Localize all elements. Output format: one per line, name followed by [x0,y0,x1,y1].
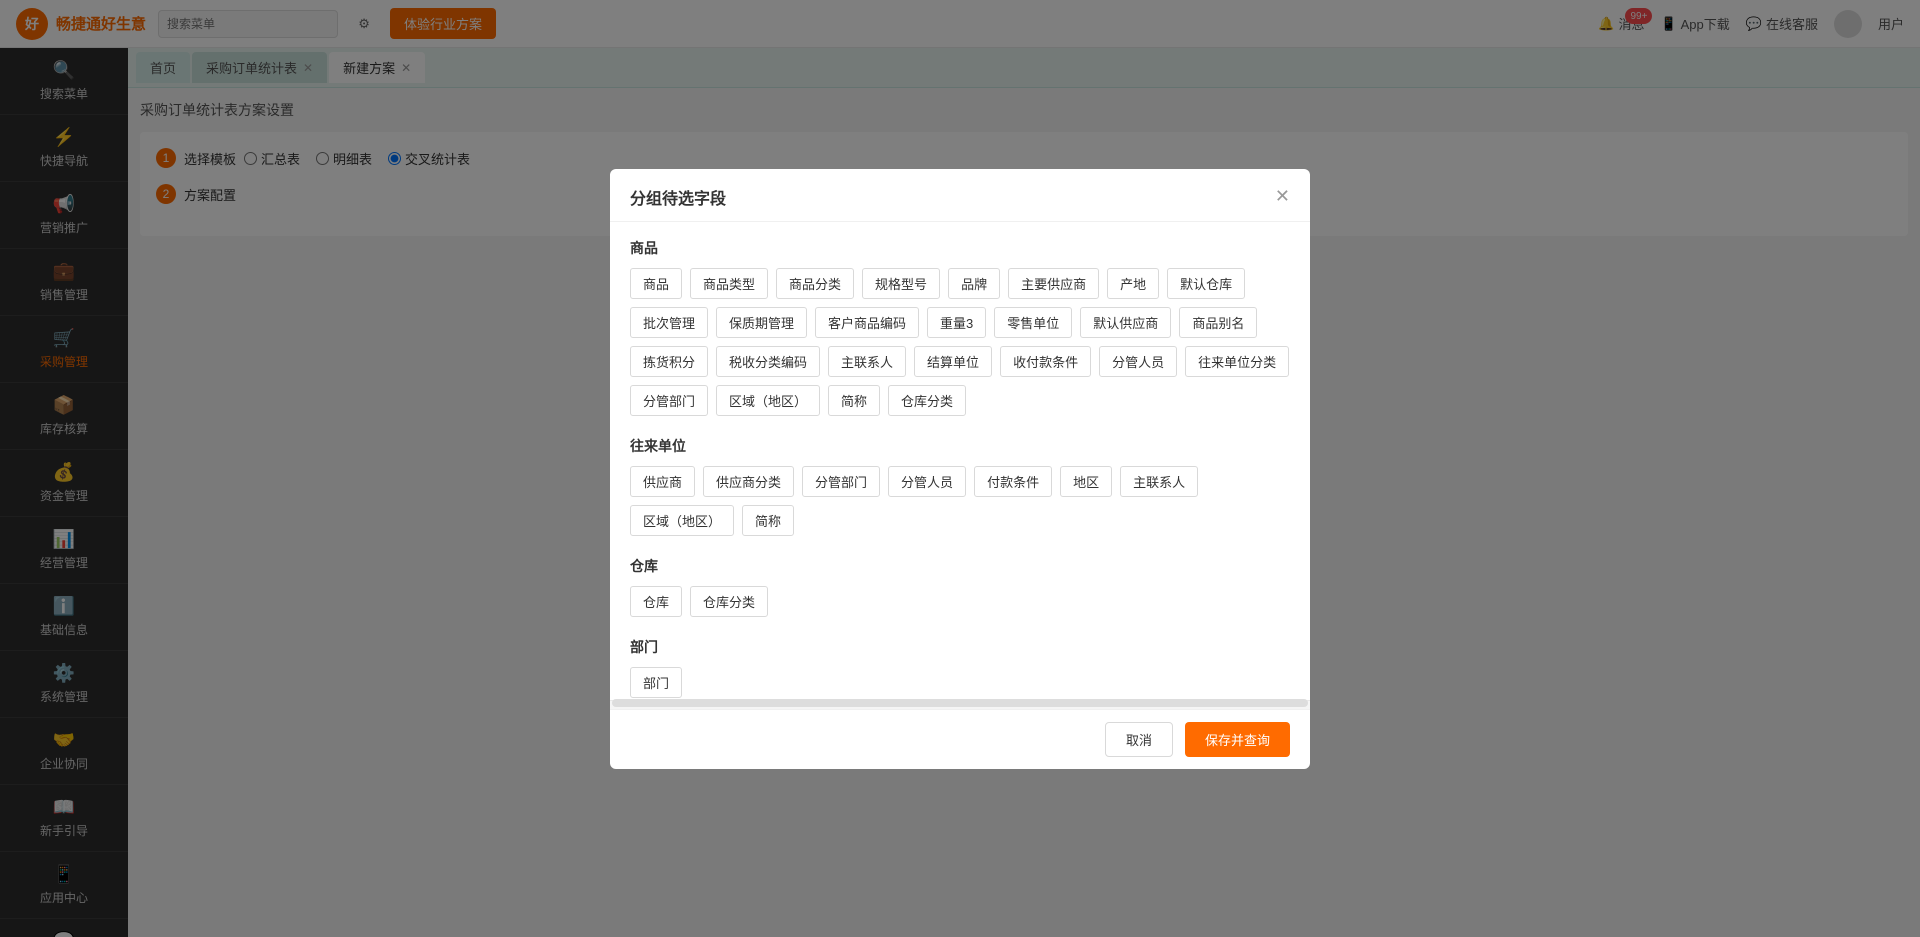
field-tag-收付款条件[interactable]: 收付款条件 [1000,346,1091,377]
modal-body[interactable]: 商品商品商品类型商品分类规格型号品牌主要供应商产地默认仓库批次管理保质期管理客户… [610,222,1310,700]
field-grid-department: 部门 [630,667,1290,698]
field-tag-主要供应商[interactable]: 主要供应商 [1008,268,1099,299]
field-tag-客户商品编码[interactable]: 客户商品编码 [815,307,919,338]
field-tag-往来单位分类[interactable]: 往来单位分类 [1185,346,1289,377]
section-title-goods: 商品 [630,238,1290,258]
field-tag-区域（地区）[interactable]: 区域（地区） [630,505,734,536]
field-tag-默认仓库[interactable]: 默认仓库 [1167,268,1245,299]
field-tag-区域（地区）[interactable]: 区域（地区） [716,385,820,416]
field-tag-简称[interactable]: 简称 [828,385,880,416]
field-tag-付款条件[interactable]: 付款条件 [974,466,1052,497]
modal: 分组待选字段 ✕ 商品商品商品类型商品分类规格型号品牌主要供应商产地默认仓库批次… [610,169,1310,769]
modal-hscroll[interactable] [610,700,1310,709]
field-tag-商品别名[interactable]: 商品别名 [1179,307,1257,338]
field-tag-商品类型[interactable]: 商品类型 [690,268,768,299]
field-tag-地区[interactable]: 地区 [1060,466,1112,497]
cancel-button[interactable]: 取消 [1105,722,1173,757]
modal-close-button[interactable]: ✕ [1275,186,1290,207]
field-grid-warehouse: 仓库仓库分类 [630,586,1290,617]
field-tag-零售单位[interactable]: 零售单位 [994,307,1072,338]
field-tag-重量3[interactable]: 重量3 [927,307,986,338]
modal-footer: 取消 保存并查询 [610,709,1310,769]
field-tag-简称[interactable]: 简称 [742,505,794,536]
modal-overlay: 分组待选字段 ✕ 商品商品商品类型商品分类规格型号品牌主要供应商产地默认仓库批次… [0,0,1920,937]
field-tag-保质期管理[interactable]: 保质期管理 [716,307,807,338]
field-grid-goods: 商品商品类型商品分类规格型号品牌主要供应商产地默认仓库批次管理保质期管理客户商品… [630,268,1290,416]
field-tag-主联系人[interactable]: 主联系人 [1120,466,1198,497]
field-tag-拣货积分[interactable]: 拣货积分 [630,346,708,377]
field-tag-商品[interactable]: 商品 [630,268,682,299]
field-tag-供应商分类[interactable]: 供应商分类 [703,466,794,497]
field-tag-默认供应商[interactable]: 默认供应商 [1080,307,1171,338]
field-tag-供应商[interactable]: 供应商 [630,466,695,497]
field-section-partner: 往来单位供应商供应商分类分管部门分管人员付款条件地区主联系人区域（地区） 简称 [630,436,1290,536]
field-grid-partner: 供应商供应商分类分管部门分管人员付款条件地区主联系人区域（地区） 简称 [630,466,1290,536]
field-tag-分管部门[interactable]: 分管部门 [802,466,880,497]
section-title-department: 部门 [630,637,1290,657]
field-section-goods: 商品商品商品类型商品分类规格型号品牌主要供应商产地默认仓库批次管理保质期管理客户… [630,238,1290,416]
field-tag-仓库分类[interactable]: 仓库分类 [690,586,768,617]
field-tag-部门[interactable]: 部门 [630,667,682,698]
field-section-department: 部门部门 [630,637,1290,698]
confirm-button[interactable]: 保存并查询 [1185,722,1290,757]
field-tag-仓库[interactable]: 仓库 [630,586,682,617]
modal-title: 分组待选字段 [630,185,726,209]
modal-header: 分组待选字段 ✕ [610,169,1310,222]
field-tag-品牌[interactable]: 品牌 [948,268,1000,299]
field-section-warehouse: 仓库仓库仓库分类 [630,556,1290,617]
hscroll-bar [612,699,1308,707]
field-tag-分管部门[interactable]: 分管部门 [630,385,708,416]
field-tag-税收分类编码[interactable]: 税收分类编码 [716,346,820,377]
field-tag-结算单位[interactable]: 结算单位 [914,346,992,377]
field-tag-商品分类[interactable]: 商品分类 [776,268,854,299]
field-tag-产地[interactable]: 产地 [1107,268,1159,299]
section-title-warehouse: 仓库 [630,556,1290,576]
field-tag-批次管理[interactable]: 批次管理 [630,307,708,338]
field-tag-主联系人[interactable]: 主联系人 [828,346,906,377]
field-tag-规格型号[interactable]: 规格型号 [862,268,940,299]
field-tag-分管人员[interactable]: 分管人员 [888,466,966,497]
field-tag-仓库分类[interactable]: 仓库分类 [888,385,966,416]
field-tag-分管人员[interactable]: 分管人员 [1099,346,1177,377]
section-title-partner: 往来单位 [630,436,1290,456]
